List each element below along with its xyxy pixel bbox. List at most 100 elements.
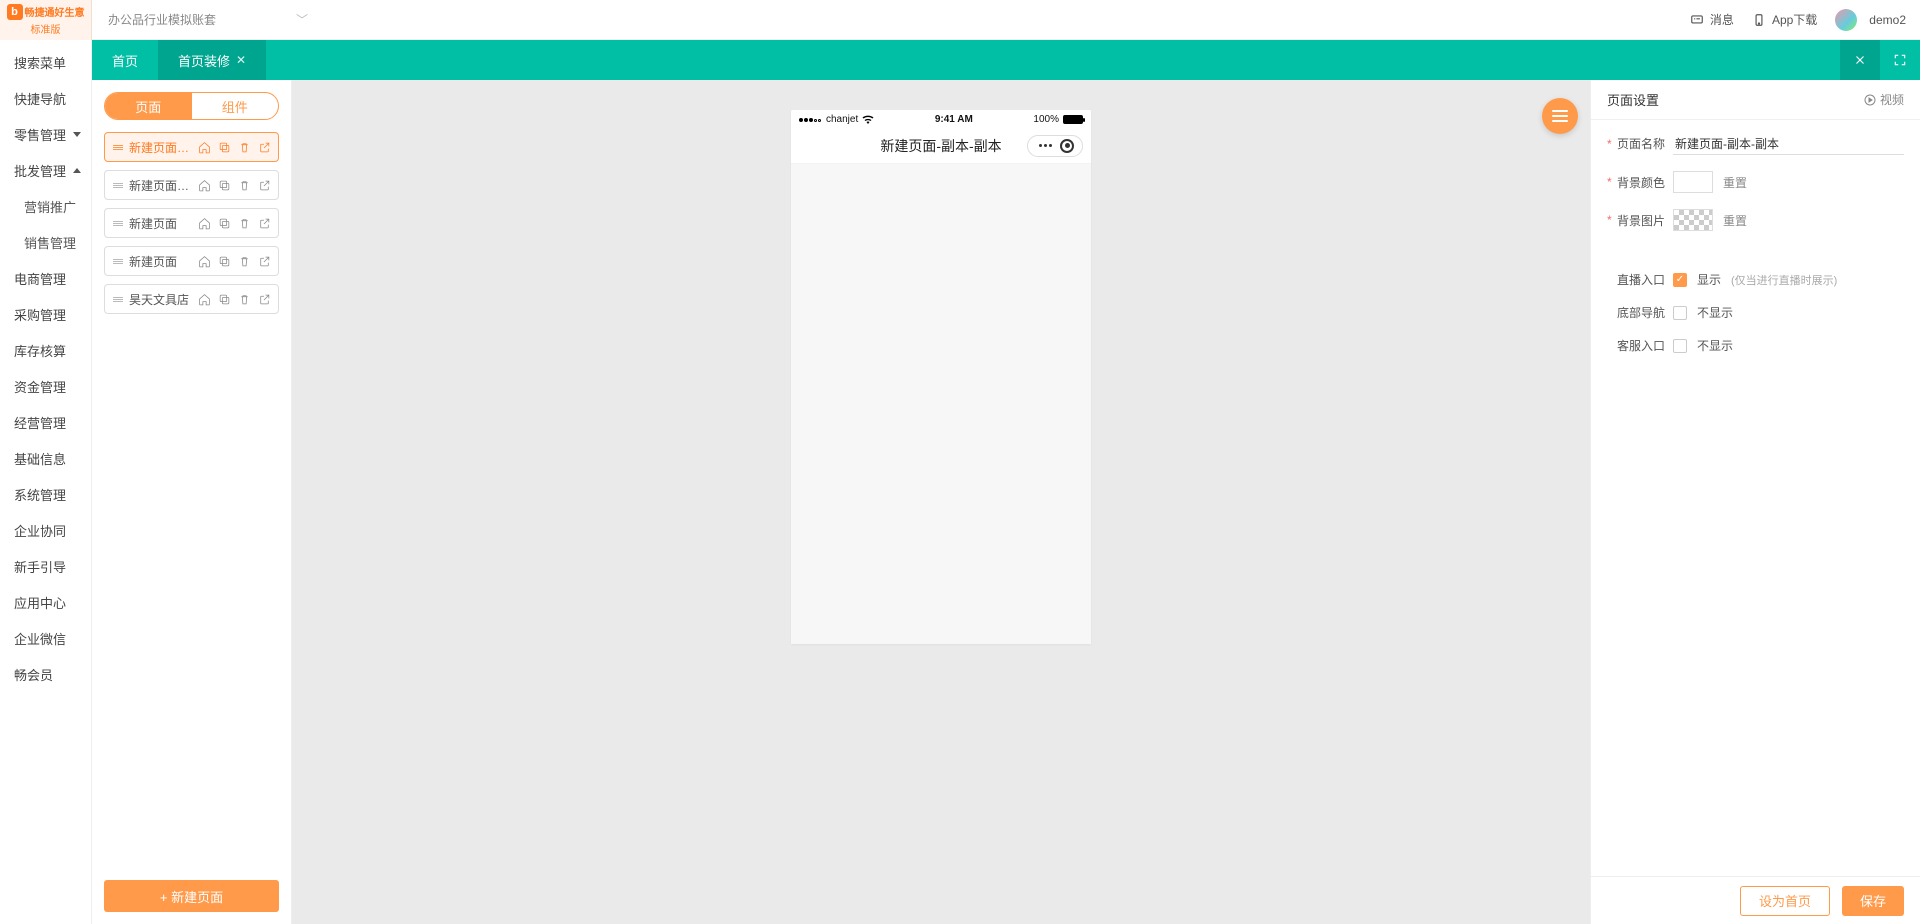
sidebar-item-finance[interactable]: 资金管理 [0, 368, 91, 404]
page-row[interactable]: 新建页面-副本 [104, 170, 279, 200]
account-selector[interactable]: 办公品行业模拟账套 ﹀ [108, 11, 308, 28]
drag-handle-icon[interactable] [111, 183, 125, 188]
target-icon[interactable] [1060, 139, 1074, 153]
phone-statusbar: chanjet 9:41 AM 100% [791, 110, 1091, 128]
account-selector-label: 办公品行业模拟账套 [108, 11, 216, 28]
sidebar-item-ecommerce[interactable]: 电商管理 [0, 260, 91, 296]
page-row[interactable]: 新建页面-副本... [104, 132, 279, 162]
bottom-nav-check-label: 不显示 [1697, 304, 1733, 321]
sidebar-item-system[interactable]: 系统管理 [0, 476, 91, 512]
service-checkbox[interactable] [1673, 339, 1687, 353]
delete-icon[interactable] [236, 177, 252, 193]
segment-page[interactable]: 页面 [105, 93, 192, 119]
more-icon[interactable] [1036, 144, 1054, 147]
live-label: 直播入口 [1617, 271, 1673, 288]
share-icon[interactable] [256, 139, 272, 155]
page-row[interactable]: 昊天文具店 [104, 284, 279, 314]
delete-icon[interactable] [236, 139, 252, 155]
miniapp-capsule[interactable] [1027, 135, 1083, 157]
page-row-name: 新建页面 [129, 253, 192, 270]
home-icon[interactable] [196, 139, 212, 155]
tab-home[interactable]: 首页 [92, 40, 158, 80]
tab-page-decor-label: 首页装修 [178, 51, 230, 70]
page-row[interactable]: 新建页面 [104, 246, 279, 276]
set-home-button[interactable]: 设为首页 [1740, 886, 1830, 916]
sidebar-item-basic[interactable]: 基础信息 [0, 440, 91, 476]
share-icon[interactable] [256, 253, 272, 269]
sidebar-item-apps[interactable]: 应用中心 [0, 584, 91, 620]
sidebar-item-purchase[interactable]: 采购管理 [0, 296, 91, 332]
home-icon[interactable] [196, 215, 212, 231]
messages-button[interactable]: 消息 [1690, 11, 1734, 28]
sidebar-item-retail[interactable]: 零售管理 [0, 116, 91, 152]
copy-icon[interactable] [216, 253, 232, 269]
tabbar: 首页 首页装修 ✕ [92, 40, 1920, 80]
battery-icon [1063, 115, 1083, 124]
sidebar-item-wholesale[interactable]: 批发管理 [0, 152, 91, 188]
phone-body[interactable] [791, 164, 1091, 644]
drag-handle-icon[interactable] [111, 259, 125, 264]
close-icon[interactable]: ✕ [236, 53, 246, 67]
page-row[interactable]: 新建页面 [104, 208, 279, 238]
segment-component[interactable]: 组件 [192, 93, 279, 119]
tab-close-all-button[interactable] [1840, 40, 1880, 80]
bgimg-swatch[interactable] [1673, 209, 1713, 231]
page-row-name: 新建页面 [129, 215, 192, 232]
new-page-button[interactable]: + 新建页面 [104, 880, 279, 912]
bgimg-label: 背景图片 [1617, 212, 1673, 229]
page-list: 新建页面-副本... 新建页面-副本 [104, 132, 279, 872]
brand-name: 畅捷通好生意 [25, 4, 85, 19]
home-icon[interactable] [196, 291, 212, 307]
copy-icon[interactable] [216, 139, 232, 155]
copy-icon[interactable] [216, 291, 232, 307]
bgcolor-reset[interactable]: 重置 [1723, 174, 1747, 191]
avatar-icon [1835, 9, 1857, 31]
bgimg-reset[interactable]: 重置 [1723, 212, 1747, 229]
bgcolor-swatch[interactable] [1673, 171, 1713, 193]
sidebar-item-guide[interactable]: 新手引导 [0, 548, 91, 584]
brand-logo[interactable]: b 畅捷通好生意 标准版 [0, 0, 92, 40]
share-icon[interactable] [256, 291, 272, 307]
save-button[interactable]: 保存 [1842, 886, 1904, 916]
delete-icon[interactable] [236, 215, 252, 231]
copy-icon[interactable] [216, 177, 232, 193]
home-icon[interactable] [196, 177, 212, 193]
video-help-link[interactable]: 视频 [1864, 91, 1904, 108]
carrier-label: chanjet [826, 114, 858, 125]
home-icon[interactable] [196, 253, 212, 269]
bottom-nav-checkbox[interactable] [1673, 306, 1687, 320]
sidebar-sub-marketing[interactable]: 营销推广 [0, 188, 91, 224]
sidebar-item-wechat[interactable]: 企业微信 [0, 620, 91, 656]
sidebar-item-operation[interactable]: 经营管理 [0, 404, 91, 440]
tab-page-decor[interactable]: 首页装修 ✕ [158, 40, 266, 80]
phone-page-title: 新建页面-副本-副本 [880, 136, 1001, 156]
user-name: demo2 [1869, 13, 1906, 27]
delete-icon[interactable] [236, 253, 252, 269]
live-checkbox[interactable] [1673, 273, 1687, 287]
sidebar-sub-sales[interactable]: 销售管理 [0, 224, 91, 260]
settings-panel: 页面设置 视频 * 页面名称 * 背景颜色 [1590, 80, 1920, 924]
drag-handle-icon[interactable] [111, 297, 125, 302]
copy-icon[interactable] [216, 215, 232, 231]
sidebar-item-inventory[interactable]: 库存核算 [0, 332, 91, 368]
user-menu[interactable]: demo2 [1835, 9, 1906, 31]
share-icon[interactable] [256, 215, 272, 231]
sidebar: 搜索菜单 快捷导航 零售管理 批发管理 营销推广 销售管理 电商管理 采购管理 … [0, 40, 92, 924]
delete-icon[interactable] [236, 291, 252, 307]
component-drawer-toggle[interactable] [1542, 98, 1578, 134]
signal-icon [799, 114, 822, 125]
sidebar-item-member[interactable]: 畅会员 [0, 656, 91, 692]
drag-handle-icon[interactable] [111, 145, 125, 150]
page-name-input[interactable] [1673, 132, 1904, 155]
share-icon[interactable] [256, 177, 272, 193]
sidebar-search[interactable]: 搜索菜单 [0, 44, 91, 80]
drag-handle-icon[interactable] [111, 221, 125, 226]
phone-time: 9:41 AM [935, 114, 973, 125]
phone-titlebar: 新建页面-副本-副本 [791, 128, 1091, 164]
fullscreen-button[interactable] [1880, 40, 1920, 80]
app-download-button[interactable]: App下载 [1752, 11, 1817, 28]
sidebar-quick-nav[interactable]: 快捷导航 [0, 80, 91, 116]
sidebar-item-collab[interactable]: 企业协同 [0, 512, 91, 548]
page-row-name: 昊天文具店 [129, 291, 192, 308]
panel-segment: 页面 组件 [104, 92, 279, 120]
